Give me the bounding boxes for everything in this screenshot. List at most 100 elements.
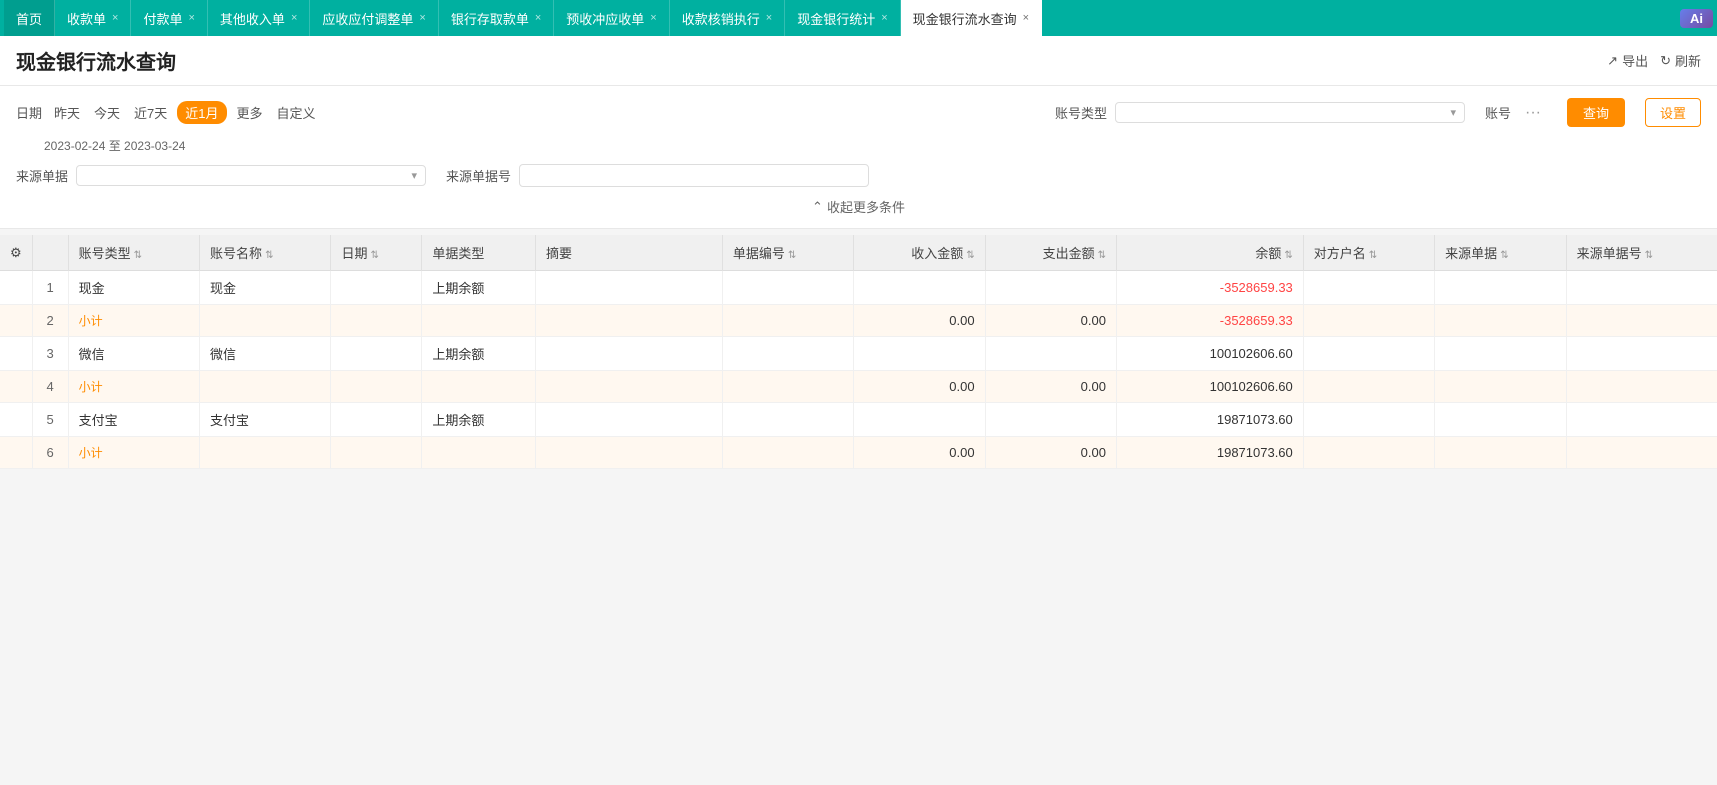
row-account-type: 支付宝 bbox=[68, 403, 199, 437]
chevron-up-icon: ⌃ bbox=[812, 199, 823, 215]
row-counterparty bbox=[1303, 371, 1434, 403]
row-doc-type bbox=[422, 305, 536, 337]
col-expense[interactable]: 支出金额⇅ bbox=[985, 235, 1116, 271]
table-body: 1 现金 现金 上期余额 -3528659.33 2 小计 0.00 0.00 … bbox=[0, 271, 1717, 469]
row-index: 4 bbox=[32, 371, 68, 403]
nav-tab-6[interactable]: 收款核销执行 × bbox=[670, 0, 785, 36]
row-date bbox=[331, 337, 422, 371]
date-label: 日期 bbox=[16, 103, 42, 122]
collapse-button[interactable]: ⌃ 收起更多条件 bbox=[812, 197, 905, 216]
collapse-row: ⌃ 收起更多条件 bbox=[16, 197, 1701, 216]
account-dots-button[interactable]: ··· bbox=[1519, 102, 1547, 124]
close-icon[interactable]: × bbox=[112, 12, 118, 24]
sort-icon: ⇅ bbox=[1098, 250, 1106, 261]
refresh-icon: ↻ bbox=[1660, 53, 1671, 69]
close-icon[interactable]: × bbox=[535, 12, 541, 24]
row-account-name bbox=[200, 371, 331, 403]
row-doc-no bbox=[722, 271, 853, 305]
source-doc-num-input[interactable] bbox=[519, 164, 869, 187]
refresh-button[interactable]: ↻ 刷新 bbox=[1660, 51, 1701, 70]
source-doc-select[interactable]: ▾ bbox=[76, 165, 426, 186]
close-icon[interactable]: × bbox=[188, 12, 194, 24]
row-balance: -3528659.33 bbox=[1116, 305, 1303, 337]
col-account-type[interactable]: 账号类型⇅ bbox=[68, 235, 199, 271]
account-type-label: 账号类型 bbox=[1055, 103, 1107, 122]
settings-button[interactable]: 设置 bbox=[1645, 98, 1701, 127]
col-balance[interactable]: 余额⇅ bbox=[1116, 235, 1303, 271]
row-doc-no bbox=[722, 437, 853, 469]
date-option-custom[interactable]: 自定义 bbox=[273, 101, 320, 124]
sort-icon: ⇅ bbox=[1500, 250, 1508, 261]
row-balance: 100102606.60 bbox=[1116, 337, 1303, 371]
source-doc-filter: 来源单据 ▾ bbox=[16, 165, 426, 186]
row-index: 5 bbox=[32, 403, 68, 437]
table-header: ⚙ 账号类型⇅ 账号名称⇅ 日期⇅ 单据类型 摘要 单据编号⇅ 收入金额⇅ 支出… bbox=[0, 235, 1717, 271]
close-icon[interactable]: × bbox=[766, 12, 772, 24]
col-gear[interactable]: ⚙ bbox=[0, 235, 32, 271]
col-source-doc-no[interactable]: 来源单据号⇅ bbox=[1566, 235, 1717, 271]
table-row: 1 现金 现金 上期余额 -3528659.33 bbox=[0, 271, 1717, 305]
account-label: 账号 bbox=[1485, 103, 1511, 122]
col-doc-no[interactable]: 单据编号⇅ bbox=[722, 235, 853, 271]
row-date bbox=[331, 437, 422, 469]
col-index bbox=[32, 235, 68, 271]
col-counterparty[interactable]: 对方户名⇅ bbox=[1303, 235, 1434, 271]
header-actions: ↗ 导出 ↻ 刷新 bbox=[1607, 51, 1701, 70]
sort-icon: ⇅ bbox=[1645, 250, 1653, 261]
source-doc-num-filter: 来源单据号 bbox=[446, 164, 869, 187]
row-account-name: 现金 bbox=[200, 271, 331, 305]
export-icon: ↗ bbox=[1607, 53, 1618, 69]
row-account-type: 小计 bbox=[68, 305, 199, 337]
nav-tab-2[interactable]: 其他收入单 × bbox=[208, 0, 310, 36]
row-income bbox=[854, 271, 985, 305]
col-source-doc[interactable]: 来源单据⇅ bbox=[1435, 235, 1566, 271]
row-expense: 0.00 bbox=[985, 371, 1116, 403]
row-account-type: 小计 bbox=[68, 437, 199, 469]
nav-tab-0[interactable]: 收款单 × bbox=[55, 0, 131, 36]
sort-icon: ⇅ bbox=[265, 250, 273, 261]
nav-tab-1[interactable]: 付款单 × bbox=[131, 0, 207, 36]
col-income[interactable]: 收入金额⇅ bbox=[854, 235, 985, 271]
source-doc-label: 来源单据 bbox=[16, 166, 68, 185]
sort-icon: ⇅ bbox=[1369, 250, 1377, 261]
nav-tab-3[interactable]: 应收应付调整单 × bbox=[310, 0, 438, 36]
close-icon[interactable]: × bbox=[291, 12, 297, 24]
date-option-more[interactable]: 更多 bbox=[233, 101, 267, 124]
row-account-name bbox=[200, 437, 331, 469]
page-title: 现金银行流水查询 bbox=[16, 46, 176, 75]
row-counterparty bbox=[1303, 437, 1434, 469]
row-index: 2 bbox=[32, 305, 68, 337]
row-gear bbox=[0, 371, 32, 403]
row-doc-type: 上期余额 bbox=[422, 271, 536, 305]
nav-tab-4[interactable]: 银行存取款单 × bbox=[439, 0, 554, 36]
export-button[interactable]: ↗ 导出 bbox=[1607, 51, 1648, 70]
account-type-select[interactable]: ▾ bbox=[1115, 102, 1465, 123]
nav-home[interactable]: 首页 bbox=[4, 0, 55, 36]
row-source-doc-no bbox=[1566, 337, 1717, 371]
row-expense: 0.00 bbox=[985, 305, 1116, 337]
date-filter: 日期 昨天 今天 近7天 近1月 更多 自定义 bbox=[16, 101, 320, 124]
nav-tab-5[interactable]: 预收冲应收单 × bbox=[554, 0, 669, 36]
col-account-name[interactable]: 账号名称⇅ bbox=[200, 235, 331, 271]
close-icon[interactable]: × bbox=[419, 12, 425, 24]
page-header: 现金银行流水查询 ↗ 导出 ↻ 刷新 bbox=[0, 36, 1717, 86]
ai-badge[interactable]: Ai bbox=[1680, 9, 1713, 28]
row-balance: 100102606.60 bbox=[1116, 371, 1303, 403]
date-option-today[interactable]: 今天 bbox=[90, 101, 124, 124]
row-income: 0.00 bbox=[854, 305, 985, 337]
nav-tab-7[interactable]: 现金银行统计 × bbox=[785, 0, 900, 36]
query-button[interactable]: 查询 bbox=[1567, 98, 1625, 127]
close-icon[interactable]: × bbox=[1023, 12, 1029, 24]
date-option-1month[interactable]: 近1月 bbox=[177, 101, 226, 124]
date-option-7days[interactable]: 近7天 bbox=[130, 101, 171, 124]
nav-tab-8[interactable]: 现金银行流水查询 × bbox=[901, 0, 1042, 36]
row-source-doc bbox=[1435, 437, 1566, 469]
row-account-name: 微信 bbox=[200, 337, 331, 371]
close-icon[interactable]: × bbox=[881, 12, 887, 24]
date-option-yesterday[interactable]: 昨天 bbox=[50, 101, 84, 124]
row-date bbox=[331, 305, 422, 337]
chevron-down-icon: ▾ bbox=[411, 169, 417, 182]
col-date[interactable]: 日期⇅ bbox=[331, 235, 422, 271]
row-date bbox=[331, 403, 422, 437]
close-icon[interactable]: × bbox=[650, 12, 656, 24]
